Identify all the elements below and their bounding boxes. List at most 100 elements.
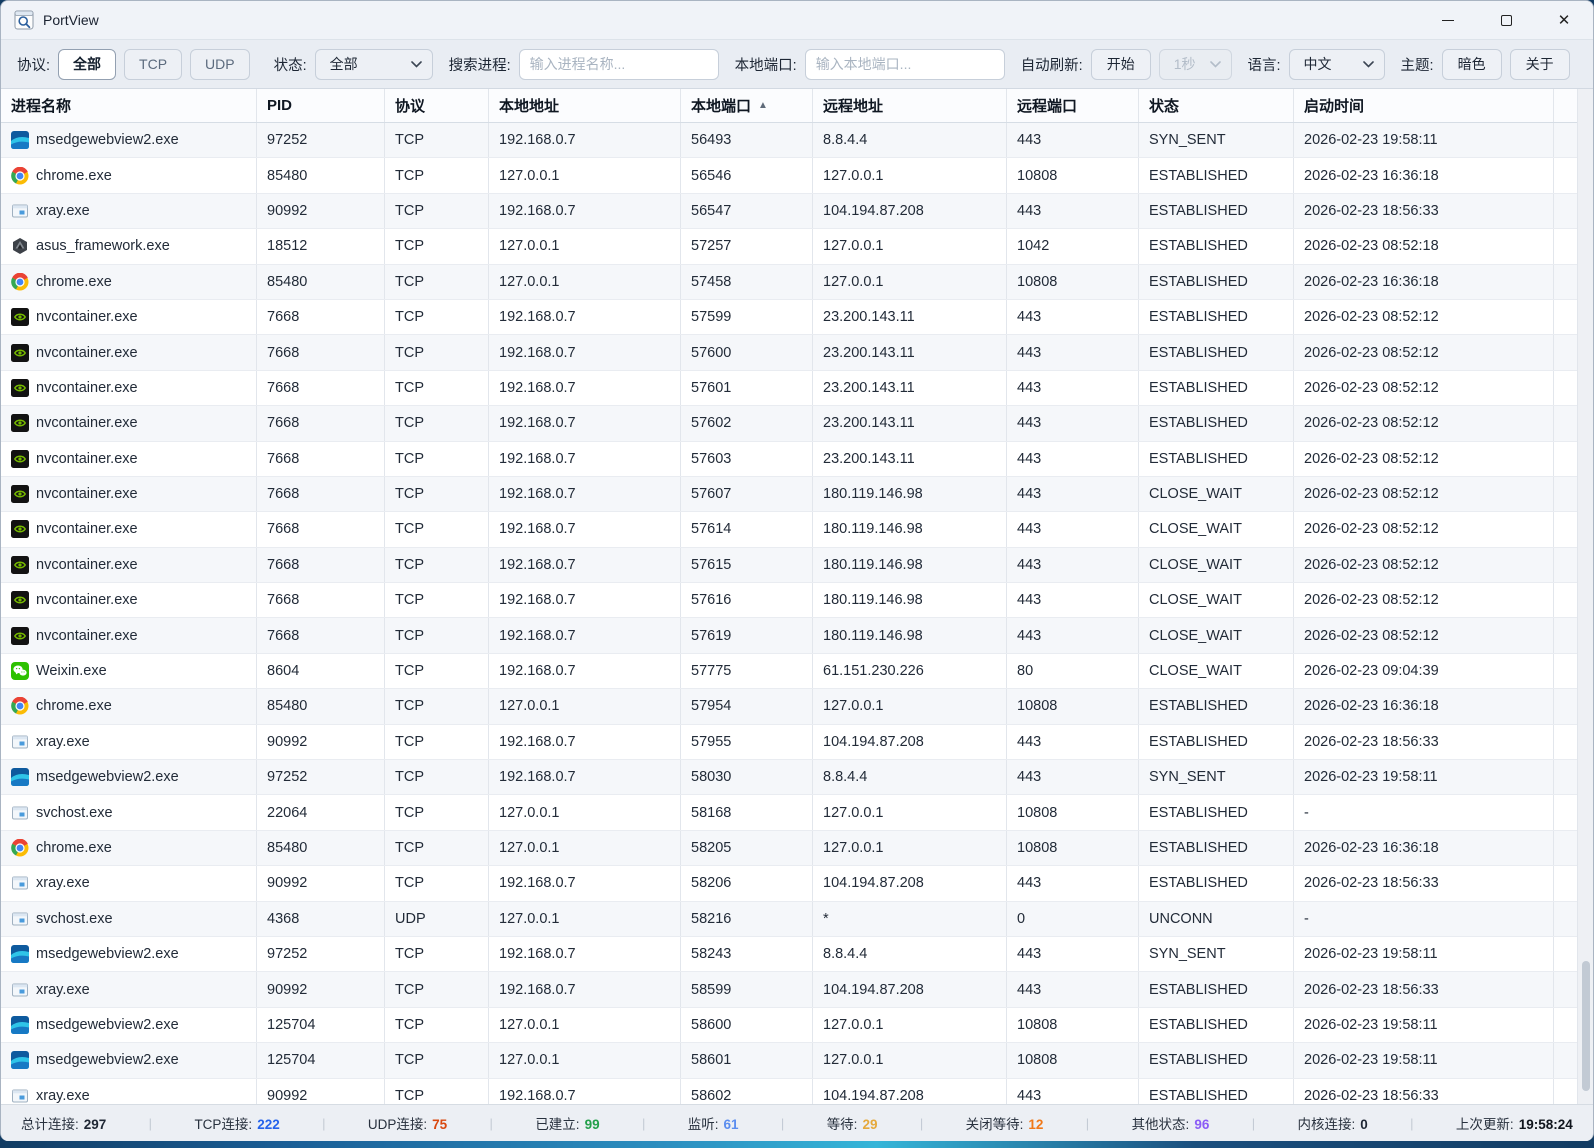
status-label: 状态: [273,57,307,74]
status-select[interactable]: 全部 [314,48,433,80]
status-separator: | [780,1115,785,1131]
scrollbar-thumb[interactable] [1582,961,1590,1091]
column-header[interactable]: 本地端口 ▲ [681,89,813,122]
laddr-cell: 192.168.0.7 [489,335,681,370]
table-row[interactable]: Weixin.exe 8604 TCP 192.168.0.7 57775 61.151.… [1,653,1577,690]
proto-cell: TCP [385,972,489,1007]
table-row[interactable]: svchost.exe 22064 TCP 127.0.0.1 58168 127.0.0… [1,795,1577,831]
table-row[interactable]: xray.exe 90992 TCP 192.168.0.7 58206 104.194.… [1,866,1577,902]
raddr-cell: 8.8.4.4 [813,936,1007,972]
about-button[interactable]: 关于 [1509,48,1570,80]
protocol-filter-全部[interactable]: 全部 [58,48,117,80]
table-row[interactable]: nvcontainer.exe 7668 TCP 192.168.0.7 57599 23… [1,299,1577,336]
raddr-cell: 104.194.87.208 [813,724,1007,760]
protocol-filter-tcp[interactable]: TCP [124,48,183,80]
local-port-input[interactable] [804,48,1005,80]
lport-cell: 58205 [681,830,813,866]
theme-label: 主题: [1400,57,1434,74]
laddr-cell: 192.168.0.7 [489,193,681,229]
table-row[interactable]: chrome.exe 85480 TCP 127.0.0.1 57458 127.0.0.… [1,264,1577,300]
proto-cell: TCP [385,689,489,724]
table-row[interactable]: nvcontainer.exe 7668 TCP 192.168.0.7 57619 18… [1,618,1577,654]
column-header[interactable]: 本地地址 [489,89,681,122]
lport-cell: 58599 [681,972,813,1007]
nvidia-icon [11,449,29,468]
state-cell: CLOSE_WAIT [1139,547,1294,583]
table-row[interactable]: chrome.exe 85480 TCP 127.0.0.1 57954 127.0.0.… [1,689,1577,725]
table-row[interactable]: msedgewebview2.exe 97252 TCP 192.168.0.7 564… [1,123,1577,159]
status-separator: | [148,1115,153,1131]
table-row[interactable]: nvcontainer.exe 7668 TCP 192.168.0.7 57601 23… [1,370,1577,407]
table-row[interactable]: nvcontainer.exe 7668 TCP 192.168.0.7 57603 23… [1,441,1577,477]
state-cell: ESTABLISHED [1139,229,1294,264]
raddr-cell: 23.200.143.11 [813,299,1007,335]
language-label: 语言: [1247,57,1281,74]
table-row[interactable]: nvcontainer.exe 7668 TCP 192.168.0.7 57600 23… [1,335,1577,371]
started-cell: 2026-02-23 09:04:39 [1294,653,1554,689]
column-header[interactable]: 启动时间 [1294,89,1554,122]
rport-cell: 443 [1007,583,1139,618]
window-icon [11,202,29,220]
table-row[interactable]: nvcontainer.exe 7668 TCP 192.168.0.7 57615 18… [1,547,1577,584]
proto-cell: TCP [385,866,489,901]
started-cell: 2026-02-23 19:58:11 [1294,760,1554,795]
column-header[interactable]: 进程名称 [1,89,257,122]
minimize-icon [1442,19,1454,21]
close-icon: ✕ [1557,11,1571,29]
table-row[interactable]: asus_framework.exe 18512 TCP 127.0.0.1 57257… [1,229,1577,265]
table-row[interactable]: xray.exe 90992 TCP 192.168.0.7 56547 104.194.… [1,193,1577,230]
nvidia-icon [11,591,29,610]
column-header[interactable]: 协议 [385,89,489,122]
rport-cell: 443 [1007,760,1139,795]
table-row[interactable]: msedgewebview2.exe 125704 TCP 127.0.0.1 5860… [1,1043,1577,1079]
laddr-cell: 127.0.0.1 [489,830,681,866]
raddr-cell: 127.0.0.1 [813,1043,1007,1078]
table-row[interactable]: msedgewebview2.exe 125704 TCP 127.0.0.1 5860… [1,1007,1577,1044]
start-refresh-button[interactable]: 开始 [1090,48,1151,80]
language-select[interactable]: 中文 [1288,48,1385,80]
column-header[interactable]: 远程地址 [813,89,1007,122]
theme-toggle-button[interactable]: 暗色 [1441,48,1502,80]
column-header[interactable]: 远程端口 [1007,89,1139,122]
status-item: TCP连接: 222 [194,1117,280,1132]
column-header[interactable]: PID [257,89,385,122]
table-row[interactable]: nvcontainer.exe 7668 TCP 192.168.0.7 57607 18… [1,476,1577,513]
proto-cell: TCP [385,830,489,866]
process-name-cell: nvcontainer.exe [1,618,257,653]
search-input[interactable] [518,48,719,80]
state-cell: CLOSE_WAIT [1139,476,1294,512]
raddr-cell: 127.0.0.1 [813,830,1007,866]
pid-cell: 97252 [257,760,385,795]
close-button[interactable]: ✕ [1535,1,1593,39]
vertical-scrollbar[interactable] [1577,89,1593,1104]
process-name-cell: msedgewebview2.exe [1,123,257,158]
table-row[interactable]: chrome.exe 85480 TCP 127.0.0.1 56546 127.0.0.… [1,158,1577,194]
laddr-cell: 127.0.0.1 [489,264,681,299]
column-header[interactable]: 状态 [1139,89,1294,122]
raddr-cell: 127.0.0.1 [813,229,1007,264]
laddr-cell: 192.168.0.7 [489,866,681,901]
table-row[interactable]: nvcontainer.exe 7668 TCP 192.168.0.7 57602 23… [1,406,1577,442]
table-row[interactable]: msedgewebview2.exe 97252 TCP 192.168.0.7 582… [1,936,1577,973]
app-logo-icon [14,10,34,30]
table-row[interactable]: msedgewebview2.exe 97252 TCP 192.168.0.7 580… [1,760,1577,796]
table-row[interactable]: svchost.exe 4368 UDP 127.0.0.1 58216 * 0 UNCONN… [1,901,1577,937]
status-separator: | [641,1115,646,1131]
maximize-button[interactable] [1477,1,1535,39]
process-name-cell: msedgewebview2.exe [1,1043,257,1078]
proto-cell: TCP [385,299,489,335]
protocol-filter-udp[interactable]: UDP [190,48,250,80]
table-row[interactable]: chrome.exe 85480 TCP 127.0.0.1 58205 127.0.0.… [1,830,1577,867]
process-name-cell: nvcontainer.exe [1,370,257,406]
pid-cell: 8604 [257,653,385,689]
table-row[interactable]: xray.exe 90992 TCP 192.168.0.7 58599 104.194.… [1,972,1577,1008]
process-name-cell: nvcontainer.exe [1,583,257,618]
table-row[interactable]: nvcontainer.exe 7668 TCP 192.168.0.7 57614 18… [1,512,1577,548]
table-row[interactable]: xray.exe 90992 TCP 192.168.0.7 57955 104.194.… [1,724,1577,761]
refresh-interval-select[interactable]: 1秒 [1158,48,1232,80]
table-row[interactable]: xray.exe 90992 TCP 192.168.0.7 58602 104.194.… [1,1078,1577,1104]
minimize-button[interactable] [1419,1,1477,39]
table-row[interactable]: nvcontainer.exe 7668 TCP 192.168.0.7 57616 18… [1,583,1577,619]
state-cell: ESTABLISHED [1139,795,1294,830]
started-cell: 2026-02-23 08:52:12 [1294,476,1554,512]
